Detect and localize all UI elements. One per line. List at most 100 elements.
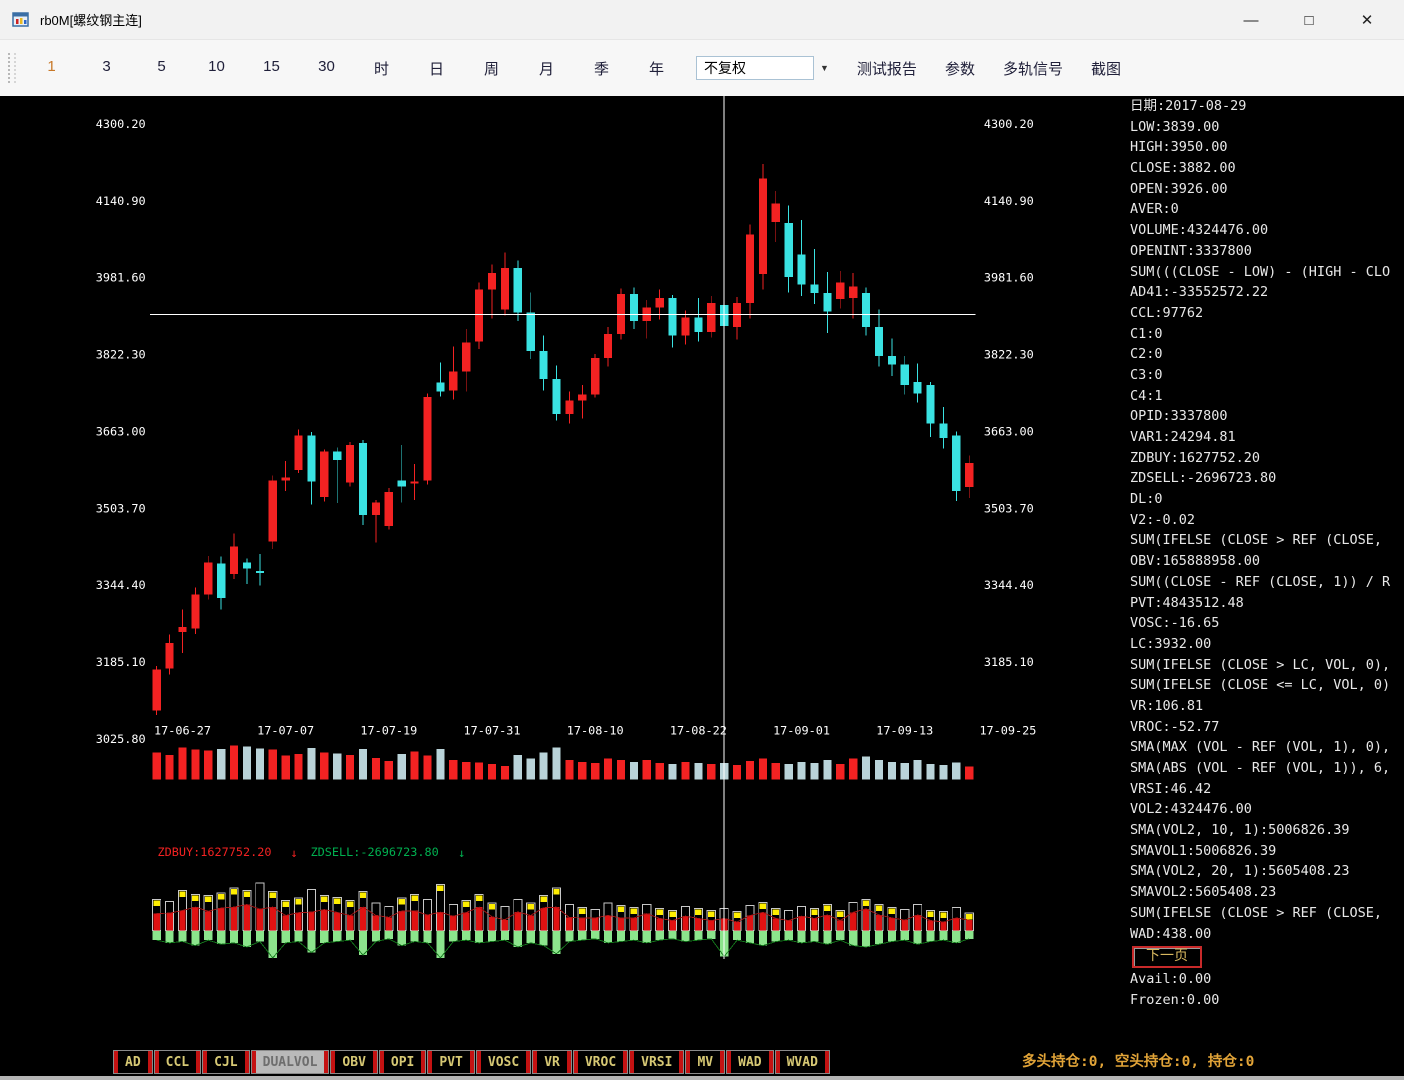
period-button-15[interactable]: 15 <box>244 58 299 79</box>
dualvol-down-bar <box>888 931 896 942</box>
period-button-年[interactable]: 年 <box>629 58 684 79</box>
tab-dualvol[interactable]: DUALVOL <box>252 1051 329 1073</box>
info-line: LOW:3839.00 <box>1130 117 1404 138</box>
tab-vroc[interactable]: VROC <box>574 1051 627 1073</box>
chevron-down-icon[interactable]: ▼ <box>820 63 829 73</box>
candle-body <box>346 445 354 483</box>
toolbar-action-参数[interactable]: 参数 <box>945 58 975 79</box>
candle-body <box>875 327 883 356</box>
dualvol-down-bar <box>294 931 302 942</box>
volume-bar <box>772 763 780 779</box>
tab-ad[interactable]: AD <box>114 1051 152 1073</box>
tab-opi[interactable]: OPI <box>380 1051 425 1073</box>
dualvol-down-bar <box>256 931 264 942</box>
dualvol-down-bar <box>217 931 225 945</box>
candle-body <box>204 563 212 595</box>
dualvol-down-bar <box>540 931 548 946</box>
tab-obv[interactable]: OBV <box>331 1051 376 1073</box>
dualvol-red-fill <box>424 915 430 931</box>
candle-body <box>514 268 522 312</box>
title-bar: rb0M[螺纹钢主连] — □ ✕ <box>0 0 1404 40</box>
dualvol-down-bar <box>694 931 702 941</box>
y-axis-label-right: 3503.70 <box>984 501 1034 515</box>
candle-body <box>153 670 161 711</box>
toolbar-action-测试报告[interactable]: 测试报告 <box>857 58 917 79</box>
dualvol-red-fill <box>708 921 714 931</box>
candle-body <box>810 285 818 294</box>
tab-cjl[interactable]: CJL <box>203 1051 248 1073</box>
candle-body <box>759 178 767 274</box>
volume-bar <box>153 752 161 779</box>
period-button-5[interactable]: 5 <box>134 58 189 79</box>
volume-bar <box>694 763 702 779</box>
adjust-dropdown[interactable]: 不复权 <box>696 56 814 80</box>
dualvol-down-bar <box>230 931 238 943</box>
tab-ccl[interactable]: CCL <box>155 1051 200 1073</box>
dualvol-down-bar <box>617 931 625 942</box>
dualvol-yellow-cap <box>734 912 740 917</box>
minimize-button[interactable]: — <box>1222 0 1280 40</box>
period-button-日[interactable]: 日 <box>409 58 464 79</box>
y-axis-label-right: 3822.30 <box>984 348 1034 362</box>
candle-body <box>926 385 934 424</box>
dualvol-down-bar <box>346 931 354 941</box>
period-button-30[interactable]: 30 <box>299 58 354 79</box>
dualvol-red-fill <box>940 922 946 931</box>
toolbar-action-截图[interactable]: 截图 <box>1091 58 1121 79</box>
tab-wvad[interactable]: WVAD <box>776 1051 829 1073</box>
period-button-10[interactable]: 10 <box>189 58 244 79</box>
dualvol-red-fill <box>411 911 417 931</box>
tab-pvt[interactable]: PVT <box>428 1051 473 1073</box>
volume-bar <box>475 762 483 779</box>
tab-mv[interactable]: MV <box>686 1051 724 1073</box>
candle-body <box>385 492 393 526</box>
y-axis-label-left: 4140.90 <box>96 194 146 208</box>
dualvol-yellow-cap <box>940 912 946 917</box>
info-line: VOLUME:4324476.00 <box>1130 220 1404 241</box>
dualvol-red-fill <box>902 920 908 931</box>
period-button-月[interactable]: 月 <box>519 58 574 79</box>
dualvol-yellow-cap <box>708 911 714 916</box>
info-line: CLOSE:3882.00 <box>1130 158 1404 179</box>
app-icon <box>12 11 30 29</box>
period-button-季[interactable]: 季 <box>574 58 629 79</box>
tab-wad[interactable]: WAD <box>727 1051 772 1073</box>
volume-bar <box>204 751 212 780</box>
period-button-1[interactable]: 1 <box>24 58 79 79</box>
dualvol-down-bar <box>307 931 315 953</box>
frozen-line: Frozen:0.00 <box>1130 990 1404 1011</box>
dualvol-red-fill <box>760 912 766 930</box>
dualvol-down-bar <box>785 931 793 941</box>
dualvol-yellow-cap <box>411 895 417 900</box>
period-button-周[interactable]: 周 <box>464 58 519 79</box>
candle-body <box>191 594 199 628</box>
y-axis-label-right: 4300.20 <box>984 117 1034 131</box>
info-line: HIGH:3950.00 <box>1130 137 1404 158</box>
dualvol-red-fill <box>811 918 817 930</box>
volume-bar <box>488 764 496 779</box>
volume-bar <box>888 762 896 780</box>
close-button[interactable]: ✕ <box>1338 0 1396 40</box>
dualvol-down-bar <box>668 931 676 939</box>
dualvol-down-bar <box>849 931 857 946</box>
candle-body <box>501 268 509 310</box>
next-page-button[interactable]: 下一页 <box>1132 946 1202 968</box>
volume-bar <box>230 746 238 780</box>
info-line: AVER:0 <box>1130 199 1404 220</box>
maximize-button[interactable]: □ <box>1280 0 1338 40</box>
dualvol-down-bar <box>707 931 715 939</box>
dualvol-down-bar <box>449 931 457 942</box>
tab-vrsi[interactable]: VRSI <box>630 1051 683 1073</box>
tab-vosc[interactable]: VOSC <box>477 1051 530 1073</box>
dualvol-yellow-cap <box>669 911 675 916</box>
period-button-时[interactable]: 时 <box>354 58 409 79</box>
dualvol-red-fill <box>502 920 508 931</box>
dualvol-down-bar <box>810 931 818 942</box>
info-line: SMAVOL1:5006826.39 <box>1130 841 1404 862</box>
toolbar-action-多轨信号[interactable]: 多轨信号 <box>1003 58 1063 79</box>
y-axis-label-left: 3503.70 <box>96 501 146 515</box>
y-axis-label-left: 3822.30 <box>96 348 146 362</box>
tab-vr[interactable]: VR <box>533 1051 571 1073</box>
chart-canvas[interactable]: 4300.204300.204140.904140.903981.603981.… <box>0 96 1125 1080</box>
period-button-3[interactable]: 3 <box>79 58 134 79</box>
